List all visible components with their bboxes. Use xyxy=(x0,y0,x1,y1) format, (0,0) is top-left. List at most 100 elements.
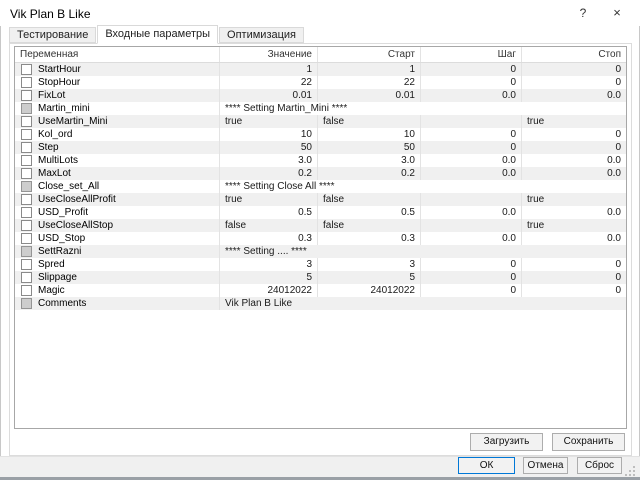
param-stop[interactable]: true xyxy=(522,115,626,128)
column-header-variable[interactable]: Переменная xyxy=(15,47,220,62)
param-step[interactable]: 0 xyxy=(421,63,522,76)
param-stop[interactable]: 0 xyxy=(522,76,626,89)
section-checkbox[interactable] xyxy=(21,103,32,114)
param-start[interactable]: 3.0 xyxy=(318,154,421,167)
param-value[interactable]: 0.01 xyxy=(220,89,318,102)
table-row[interactable]: UseCloseAllProfit true false true xyxy=(15,193,626,206)
param-step[interactable] xyxy=(421,115,522,128)
help-icon[interactable]: ? xyxy=(572,4,594,22)
table-row[interactable]: Comments Vik Plan B Like xyxy=(15,297,626,310)
param-stop[interactable]: 0.0 xyxy=(522,89,626,102)
table-row[interactable]: Close_set_All **** Setting Close All **** xyxy=(15,180,626,193)
param-step[interactable]: 0.0 xyxy=(421,154,522,167)
row-checkbox[interactable] xyxy=(21,90,32,101)
table-row[interactable]: MaxLot 0.2 0.2 0.0 0.0 xyxy=(15,167,626,180)
save-button[interactable]: Сохранить xyxy=(552,433,625,451)
section-checkbox[interactable] xyxy=(21,298,32,309)
section-checkbox[interactable] xyxy=(21,181,32,192)
param-step[interactable]: 0 xyxy=(421,76,522,89)
param-value[interactable]: 50 xyxy=(220,141,318,154)
row-checkbox[interactable] xyxy=(21,272,32,283)
row-checkbox[interactable] xyxy=(21,64,32,75)
table-row[interactable]: USD_Profit 0.5 0.5 0.0 0.0 xyxy=(15,206,626,219)
param-stop[interactable]: 0 xyxy=(522,141,626,154)
param-stop[interactable]: 0 xyxy=(522,128,626,141)
param-value[interactable]: 5 xyxy=(220,271,318,284)
table-row[interactable]: StopHour 22 22 0 0 xyxy=(15,76,626,89)
param-value[interactable]: 22 xyxy=(220,76,318,89)
column-header-value[interactable]: Значение xyxy=(220,47,318,62)
param-stop[interactable]: true xyxy=(522,219,626,232)
table-row[interactable]: Kol_ord 10 10 0 0 xyxy=(15,128,626,141)
param-stop[interactable]: 0 xyxy=(522,63,626,76)
row-checkbox[interactable] xyxy=(21,233,32,244)
param-stop[interactable]: 0 xyxy=(522,258,626,271)
param-step[interactable]: 0 xyxy=(421,141,522,154)
param-stop[interactable]: true xyxy=(522,193,626,206)
param-value[interactable]: 1 xyxy=(220,63,318,76)
param-start[interactable]: 10 xyxy=(318,128,421,141)
param-start[interactable]: 0.01 xyxy=(318,89,421,102)
param-value[interactable]: 3.0 xyxy=(220,154,318,167)
table-row[interactable]: SettRazni **** Setting .... **** xyxy=(15,245,626,258)
param-value[interactable]: 0.3 xyxy=(220,232,318,245)
param-stop[interactable]: 0.0 xyxy=(522,206,626,219)
param-stop[interactable]: 0 xyxy=(522,284,626,297)
table-row[interactable]: Magic 24012022 24012022 0 0 xyxy=(15,284,626,297)
table-row[interactable]: Martin_mini **** Setting Martin_Mini **** xyxy=(15,102,626,115)
row-checkbox[interactable] xyxy=(21,194,32,205)
tab-vhodnye-parametry[interactable]: Входные параметры xyxy=(97,25,219,44)
row-checkbox[interactable] xyxy=(21,220,32,231)
row-checkbox[interactable] xyxy=(21,142,32,153)
param-step[interactable]: 0.0 xyxy=(421,167,522,180)
table-row[interactable]: USD_Stop 0.3 0.3 0.0 0.0 xyxy=(15,232,626,245)
param-start[interactable]: 5 xyxy=(318,271,421,284)
table-row[interactable]: Step 50 50 0 0 xyxy=(15,141,626,154)
row-checkbox[interactable] xyxy=(21,129,32,140)
param-start[interactable]: 24012022 xyxy=(318,284,421,297)
ok-button[interactable]: ОК xyxy=(458,457,515,474)
param-step[interactable] xyxy=(421,219,522,232)
param-start[interactable]: 50 xyxy=(318,141,421,154)
table-row[interactable]: Spred 3 3 0 0 xyxy=(15,258,626,271)
reset-button[interactable]: Сброс xyxy=(577,457,622,474)
param-start[interactable]: 22 xyxy=(318,76,421,89)
table-row[interactable]: UseCloseAllStop false false true xyxy=(15,219,626,232)
param-value[interactable]: 3 xyxy=(220,258,318,271)
section-checkbox[interactable] xyxy=(21,246,32,257)
param-step[interactable]: 0.0 xyxy=(421,232,522,245)
param-step[interactable]: 0 xyxy=(421,258,522,271)
row-checkbox[interactable] xyxy=(21,77,32,88)
param-value[interactable]: false xyxy=(220,219,318,232)
row-checkbox[interactable] xyxy=(21,207,32,218)
param-value[interactable]: 24012022 xyxy=(220,284,318,297)
param-stop[interactable]: 0.0 xyxy=(522,167,626,180)
param-start[interactable]: 0.2 xyxy=(318,167,421,180)
cancel-button[interactable]: Отмена xyxy=(523,457,568,474)
param-step[interactable]: 0.0 xyxy=(421,206,522,219)
param-value[interactable]: 0.2 xyxy=(220,167,318,180)
table-row[interactable]: FixLot 0.01 0.01 0.0 0.0 xyxy=(15,89,626,102)
table-row[interactable]: StartHour 1 1 0 0 xyxy=(15,63,626,76)
param-step[interactable]: 0.0 xyxy=(421,89,522,102)
param-stop[interactable]: 0.0 xyxy=(522,232,626,245)
row-checkbox[interactable] xyxy=(21,168,32,179)
param-step[interactable] xyxy=(421,193,522,206)
param-stop[interactable]: 0.0 xyxy=(522,154,626,167)
table-row[interactable]: Slippage 5 5 0 0 xyxy=(15,271,626,284)
param-value[interactable]: true xyxy=(220,115,318,128)
resize-grip-icon[interactable] xyxy=(624,465,636,477)
param-value[interactable]: true xyxy=(220,193,318,206)
tab-testirovanie[interactable]: Тестирование xyxy=(9,27,97,43)
param-start[interactable]: 3 xyxy=(318,258,421,271)
param-stop[interactable]: 0 xyxy=(522,271,626,284)
param-start[interactable]: false xyxy=(318,193,421,206)
param-start[interactable]: false xyxy=(318,115,421,128)
table-row[interactable]: UseMartin_Mini true false true xyxy=(15,115,626,128)
param-step[interactable]: 0 xyxy=(421,284,522,297)
param-start[interactable]: 0.5 xyxy=(318,206,421,219)
row-checkbox[interactable] xyxy=(21,259,32,270)
param-start[interactable]: 1 xyxy=(318,63,421,76)
row-checkbox[interactable] xyxy=(21,116,32,127)
table-row[interactable]: MultiLots 3.0 3.0 0.0 0.0 xyxy=(15,154,626,167)
